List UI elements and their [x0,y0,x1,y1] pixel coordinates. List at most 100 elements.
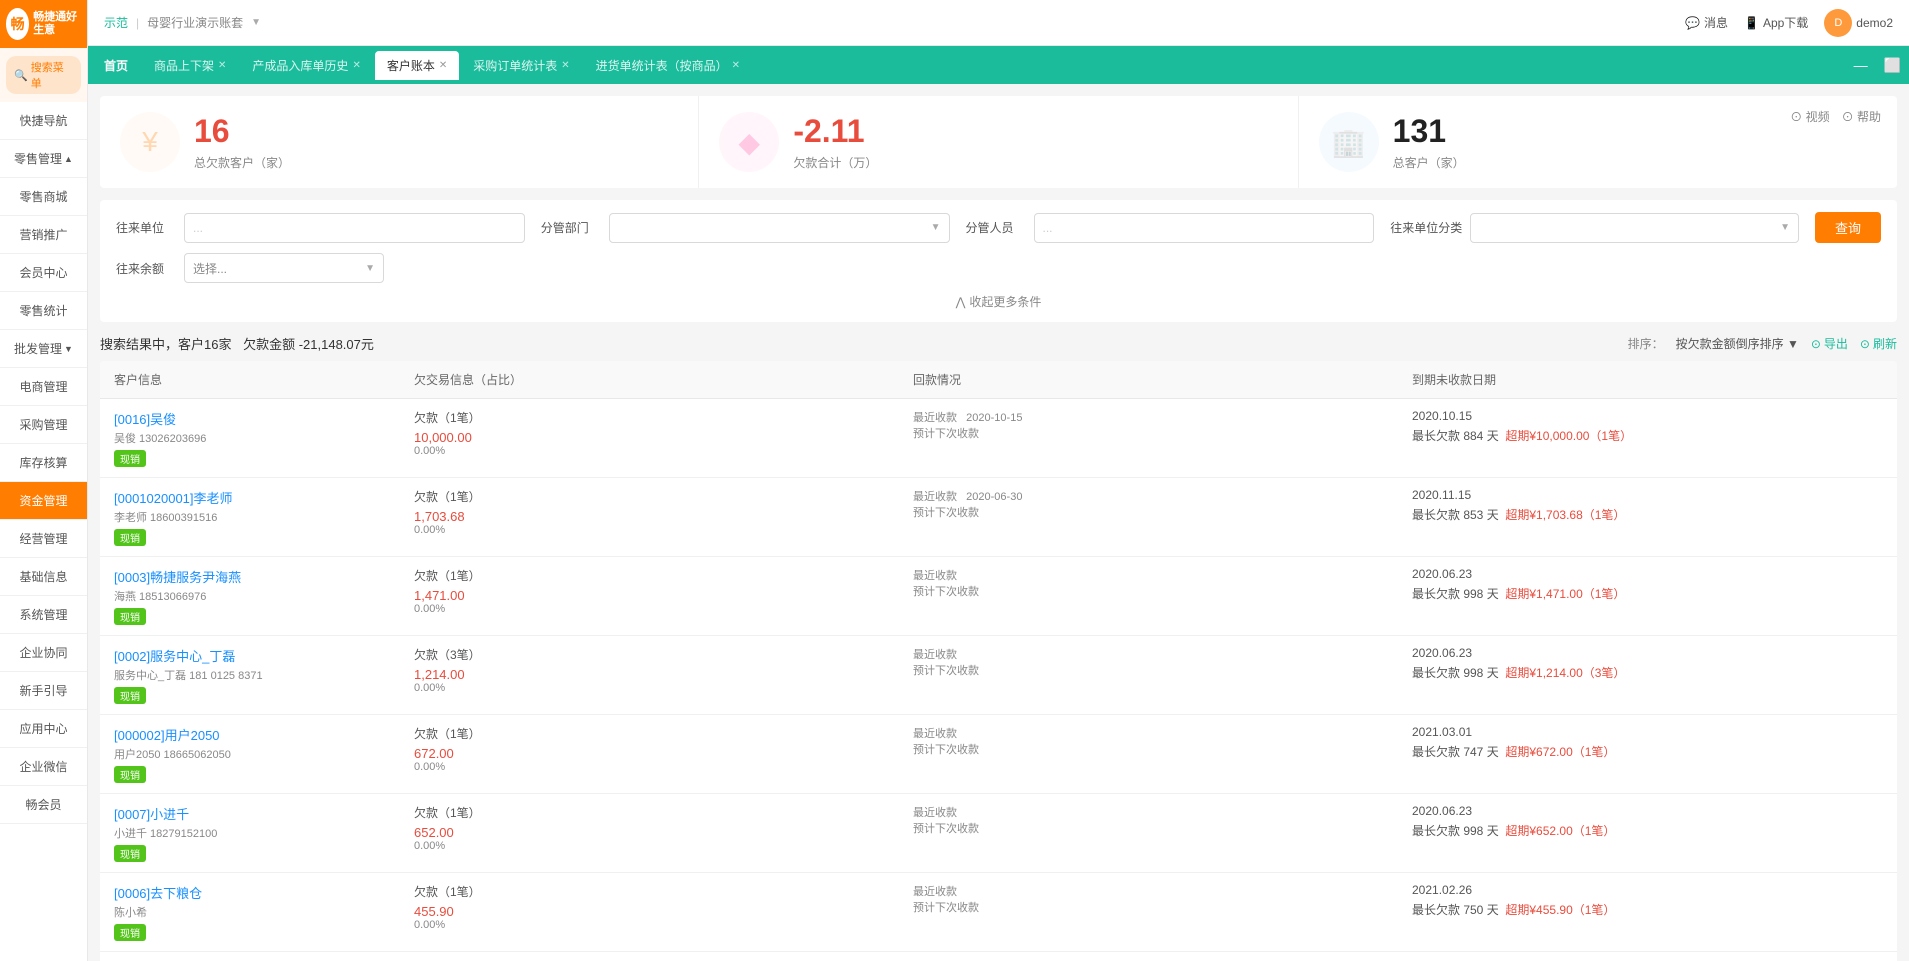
tab-purchase-stats-close[interactable]: ✕ [561,60,569,71]
tab-customer-account[interactable]: 客户账本 ✕ [375,51,459,80]
search-label: 搜索菜单 [31,59,73,91]
debt-percent-0: 0.00% [414,445,885,457]
tab-customer-account-close[interactable]: ✕ [439,60,447,71]
due-date-1: 2020.11.15 [1412,488,1883,502]
table-row: [0016]吴俊 吴俊 13026203696 现销 欠款（1笔） 10,000… [100,399,1897,478]
sidebar-item-enterprise[interactable]: 企业协同 [0,634,87,672]
filter-item-balance: 往来余额 选择... ▼ [116,253,1881,283]
debt-amount-6: 455.90 [414,904,885,919]
cell-due-3: 2020.06.23 最长欠款 998 天 超期¥1,214.00（3笔） [1398,636,1897,714]
tab-home[interactable]: 首页 [92,51,140,80]
filter-row-1: 往来单位 ... 分管部门 ▼ 分管人员 ... [116,212,1881,243]
tab-production-history-label: 产成品入库单历史 [252,57,348,74]
filter-input-supplier[interactable]: ... [184,213,525,243]
filter-select-balance[interactable]: 选择... ▼ [184,253,384,283]
video-btn[interactable]: ⊙ 视频 [1790,108,1829,125]
filter-label-dept: 分管部门 [541,219,601,236]
tab-products-off[interactable]: 商品上下架 ✕ [142,51,238,80]
customer-name-5[interactable]: [0007]小进千 [114,804,386,823]
sidebar-item-marketing[interactable]: 营销推广 [0,216,87,254]
customer-name-1[interactable]: [0001020001]李老师 [114,488,386,507]
sidebar-item-quick-nav[interactable]: 快捷导航 [0,102,87,140]
customer-name-2[interactable]: [0003]畅捷服务尹海燕 [114,567,386,586]
sidebar-item-inventory[interactable]: 库存核算 [0,444,87,482]
customer-contact-5: 小进千 18279152100 [114,825,386,841]
last-payment-label-6: 最近收款 [913,883,1384,899]
debt-percent-3: 0.00% [414,682,885,694]
tab-production-history-close[interactable]: ✕ [352,60,360,71]
collapse-btn[interactable]: ⋀ 收起更多条件 [956,293,1042,310]
sidebar-item-guide[interactable]: 新手引导 [0,672,87,710]
overdue-amount-6[interactable]: 超期¥455.90（1笔） [1505,903,1615,917]
customer-contact-6: 陈小希 [114,904,386,920]
sidebar-item-retail-mgmt[interactable]: 零售管理 ▲ [0,140,87,178]
message-btn[interactable]: 💬 消息 [1685,14,1728,31]
debt-count-4: 欠款（1笔） [414,725,885,742]
tab-products-off-close[interactable]: ✕ [218,60,226,71]
overdue-days-1: 最长欠款 853 天 超期¥1,703.68（1笔） [1412,506,1883,523]
next-payment-label-1: 预计下次收款 [913,504,1384,520]
sidebar-item-member-center[interactable]: 会员中心 [0,254,87,292]
sidebar-item-basic-info[interactable]: 基础信息 [0,558,87,596]
tab-purchase-stats-label: 采购订单统计表 [473,57,557,74]
tab-purchase-stats[interactable]: 采购订单统计表 ✕ [461,51,581,80]
stat-card-total-customers-info: 131 总客户（家） [1393,113,1465,171]
overdue-amount-3[interactable]: 超期¥1,214.00（3笔） [1505,666,1625,680]
filter-select-category[interactable]: ▼ [1470,213,1799,243]
filter-item-person: 分管人员 ... [966,213,1375,243]
sidebar-item-retail-stats[interactable]: 零售统计 [0,292,87,330]
sidebar-search-area[interactable]: 🔍 搜索菜单 [0,48,87,102]
sidebar-item-operations[interactable]: 经营管理 [0,520,87,558]
next-payment-label-2: 预计下次收款 [913,583,1384,599]
industry-label: 母婴行业演示账套 [147,14,243,31]
sidebar-item-app-center[interactable]: 应用中心 [0,710,87,748]
overdue-amount-5[interactable]: 超期¥652.00（1笔） [1505,824,1615,838]
tab-minimize-btn[interactable]: — [1850,55,1872,76]
refresh-btn[interactable]: ⊙ 刷新 [1860,335,1897,352]
sidebar-item-purchase-mgmt[interactable]: 采购管理 [0,406,87,444]
filter-select-dept[interactable]: ▼ [609,213,950,243]
customer-name-0[interactable]: [0016]吴俊 [114,409,386,428]
stat-label-total-debt: 欠款合计（万） [793,154,877,171]
filter-input-person[interactable]: ... [1034,213,1375,243]
tab-production-history[interactable]: 产成品入库单历史 ✕ [240,51,372,80]
tab-maximize-btn[interactable]: ⬜ [1880,55,1905,76]
customer-contact-3: 服务中心_丁磊 181 0125 8371 [114,667,386,683]
sidebar-item-ecommerce[interactable]: 电商管理 [0,368,87,406]
app-download-btn[interactable]: 📱 App下载 [1744,14,1808,31]
customer-name-4[interactable]: [000002]用户2050 [114,725,386,744]
overdue-amount-2[interactable]: 超期¥1,471.00（1笔） [1505,587,1625,601]
search-menu-box[interactable]: 🔍 搜索菜单 [6,56,81,94]
sidebar: 畅 畅捷通好生意 🔍 搜索菜单 快捷导航 零售管理 ▲ 零售商城 营销推广 会员… [0,0,88,961]
overdue-amount-4[interactable]: 超期¥672.00（1笔） [1505,745,1615,759]
stat-top-right-actions: ⊙ 视频 ⊙ 帮助 [1790,108,1881,125]
dropdown-arrow[interactable]: ▼ [251,17,261,28]
filter-area: 往来单位 ... 分管部门 ▼ 分管人员 ... [100,200,1897,322]
customer-name-3[interactable]: [0002]服务中心_丁磊 [114,646,386,665]
help-btn[interactable]: ⊙ 帮助 [1842,108,1881,125]
sidebar-item-batch-mgmt[interactable]: 批发管理 ▼ [0,330,87,368]
overdue-amount-0[interactable]: 超期¥10,000.00（1笔） [1505,429,1632,443]
search-button[interactable]: 查询 [1815,212,1881,243]
customer-tag-3: 现销 [114,687,146,704]
export-btn[interactable]: ⊙ 导出 [1811,335,1848,352]
overdue-amount-1[interactable]: 超期¥1,703.68（1笔） [1505,508,1625,522]
sidebar-item-system[interactable]: 系统管理 [0,596,87,634]
customer-name-6[interactable]: [0006]去下粮仓 [114,883,386,902]
debt-amount-3: 1,214.00 [414,667,885,682]
filter-item-dept: 分管部门 ▼ [541,213,950,243]
sidebar-item-wechat[interactable]: 企业微信 [0,748,87,786]
chevron-down-icon2: ▼ [64,344,73,354]
stat-card-debtors: ¥ 16 总欠款客户（家） [100,96,699,188]
user-avatar-btn[interactable]: D demo2 [1824,9,1893,37]
tab-import-stats[interactable]: 进货单统计表（按商品） ✕ [584,51,752,80]
due-date-0: 2020.10.15 [1412,409,1883,423]
tab-products-off-label: 商品上下架 [154,57,214,74]
debt-count-2: 欠款（1笔） [414,567,885,584]
sort-value[interactable]: 按欠款金额倒序排序 ▼ [1676,335,1799,352]
sidebar-item-retail-store[interactable]: 零售商城 [0,178,87,216]
tab-import-stats-close[interactable]: ✕ [732,60,740,71]
sidebar-item-member-plus[interactable]: 畅会员 [0,786,87,824]
debt-percent-4: 0.00% [414,761,885,773]
sidebar-item-finance[interactable]: 资金管理 [0,482,87,520]
